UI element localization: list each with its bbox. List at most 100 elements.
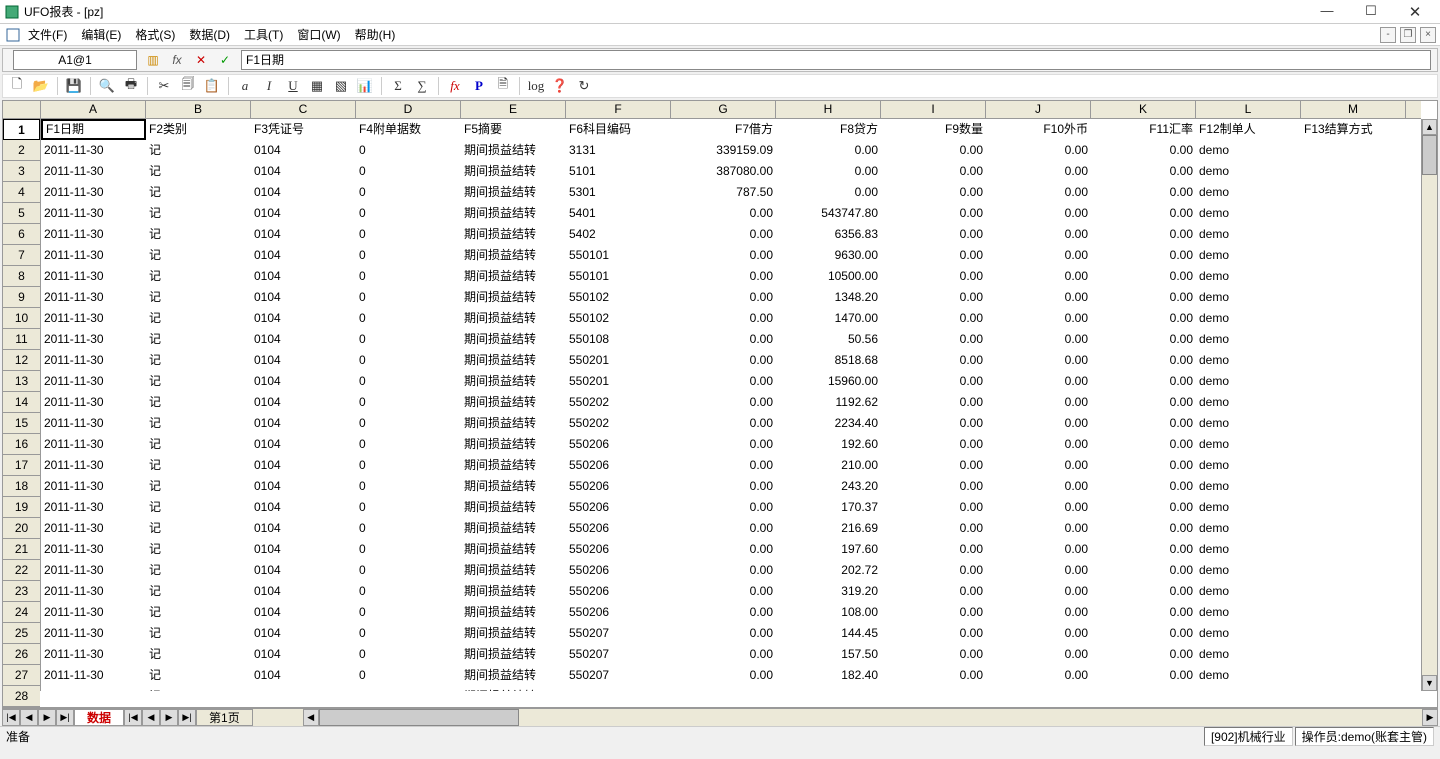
data-cell[interactable]: 0.00 [881,392,986,413]
data-cell[interactable]: 期间损益结转 [461,497,566,518]
data-cell[interactable]: 1192.62 [776,392,881,413]
data-cell[interactable]: 0.00 [986,539,1091,560]
data-cell[interactable]: demo [1196,161,1301,182]
data-cell[interactable]: demo [1196,329,1301,350]
data-cell[interactable]: demo [1196,308,1301,329]
data-cell[interactable]: 0.00 [986,476,1091,497]
data-cell[interactable]: 127.78 [776,686,881,691]
data-cell[interactable]: 0104 [251,497,356,518]
data-cell[interactable]: 0.00 [986,266,1091,287]
folder-icon[interactable]: ▥ [145,52,161,68]
data-cell[interactable]: 期间损益结转 [461,182,566,203]
data-cell[interactable]: 0.00 [881,161,986,182]
data-cell[interactable]: 0104 [251,518,356,539]
data-cell[interactable] [1301,434,1406,455]
data-cell[interactable]: 记 [146,392,251,413]
data-cell[interactable] [1301,497,1406,518]
row-header[interactable]: 2 [3,140,40,161]
data-cell[interactable]: 0.00 [1091,329,1196,350]
data-cell[interactable]: 记 [146,497,251,518]
data-cell[interactable]: 197.60 [776,539,881,560]
data-cell[interactable]: 0 [356,476,461,497]
col-header[interactable]: M [1301,101,1406,118]
row-header[interactable]: 27 [3,665,40,686]
sheet-tab-data[interactable]: 数据 [74,709,124,726]
data-cell[interactable]: 0.00 [671,602,776,623]
data-cell[interactable]: 期间损益结转 [461,224,566,245]
data-cell[interactable]: 记 [146,203,251,224]
data-cell[interactable] [1301,161,1406,182]
data-cell[interactable]: 0.00 [986,602,1091,623]
data-cell[interactable]: 期间损益结转 [461,161,566,182]
data-cell[interactable]: 0.00 [671,581,776,602]
row-header[interactable]: 1 [3,119,40,140]
data-cell[interactable]: 0.00 [881,182,986,203]
data-cell[interactable]: 0 [356,518,461,539]
data-cell[interactable]: 0.00 [881,644,986,665]
row-header[interactable]: 7 [3,245,40,266]
row-header[interactable]: 10 [3,308,40,329]
data-cell[interactable]: 0.00 [881,560,986,581]
data-cell[interactable]: 319.20 [776,581,881,602]
data-cell[interactable] [1301,581,1406,602]
data-cell[interactable]: 0.00 [671,203,776,224]
grid-icon[interactable]: ▦ [307,76,327,96]
data-cell[interactable]: 0.00 [986,413,1091,434]
data-cell[interactable]: 0.00 [671,644,776,665]
row-header[interactable]: 4 [3,182,40,203]
paste-icon[interactable]: 📋 [202,76,222,96]
data-cell[interactable]: 0.00 [1091,308,1196,329]
row-header[interactable]: 5 [3,203,40,224]
scroll-up-icon[interactable]: ▲ [1422,119,1437,135]
data-cell[interactable]: 50.56 [776,329,881,350]
data-cell[interactable]: 243.20 [776,476,881,497]
data-cell[interactable]: 0104 [251,329,356,350]
data-cell[interactable]: 0 [356,497,461,518]
col-header[interactable]: G [671,101,776,118]
data-cell[interactable]: 2011-11-30 [41,623,146,644]
data-cell[interactable]: 0.00 [986,623,1091,644]
data-cell[interactable]: 0.00 [1091,455,1196,476]
data-cell[interactable] [1301,560,1406,581]
formula-input[interactable]: F1日期 [241,50,1431,70]
vertical-scrollbar[interactable]: ▲ ▼ [1421,119,1437,691]
data-cell[interactable]: demo [1196,182,1301,203]
data-cell[interactable]: 550206 [566,497,671,518]
data-cell[interactable]: 0.00 [671,497,776,518]
data-cell[interactable]: 5401 [566,203,671,224]
data-cell[interactable]: 2011-11-30 [41,413,146,434]
data-cell[interactable] [1301,266,1406,287]
row-header[interactable]: 6 [3,224,40,245]
data-cell[interactable]: 0 [356,644,461,665]
child-close-button[interactable]: × [1420,27,1436,43]
data-cell[interactable]: 0.00 [986,686,1091,691]
sigma2-icon[interactable]: ∑ [412,76,432,96]
italic-icon[interactable]: I [259,76,279,96]
data-cell[interactable]: 0104 [251,455,356,476]
data-cell[interactable]: 期间损益结转 [461,203,566,224]
data-cell[interactable]: 15960.00 [776,371,881,392]
data-cell[interactable]: 0.00 [986,287,1091,308]
data-cell[interactable]: 0104 [251,371,356,392]
header-cell[interactable]: F6科目编码 [566,119,671,140]
data-cell[interactable]: demo [1196,623,1301,644]
data-cell[interactable]: 0.00 [671,308,776,329]
data-cell[interactable]: demo [1196,287,1301,308]
page-last-icon[interactable]: ▶| [178,709,196,726]
data-cell[interactable]: 2011-11-30 [41,224,146,245]
row-header[interactable]: 18 [3,476,40,497]
data-cell[interactable]: 550206 [566,539,671,560]
data-cell[interactable]: 0 [356,161,461,182]
data-cell[interactable]: demo [1196,224,1301,245]
menu-item[interactable]: 窗口(W) [297,26,340,43]
header-cell[interactable]: F11汇率 [1091,119,1196,140]
data-cell[interactable] [1301,224,1406,245]
data-cell[interactable]: 0.00 [1091,392,1196,413]
data-cell[interactable]: 期间损益结转 [461,518,566,539]
tab-first-icon[interactable]: |◀ [2,709,20,726]
col-header[interactable]: A [41,101,146,118]
data-cell[interactable]: 2011-11-30 [41,350,146,371]
row-header[interactable]: 13 [3,371,40,392]
data-cell[interactable]: 0 [356,602,461,623]
help-icon[interactable]: ❓ [550,76,570,96]
